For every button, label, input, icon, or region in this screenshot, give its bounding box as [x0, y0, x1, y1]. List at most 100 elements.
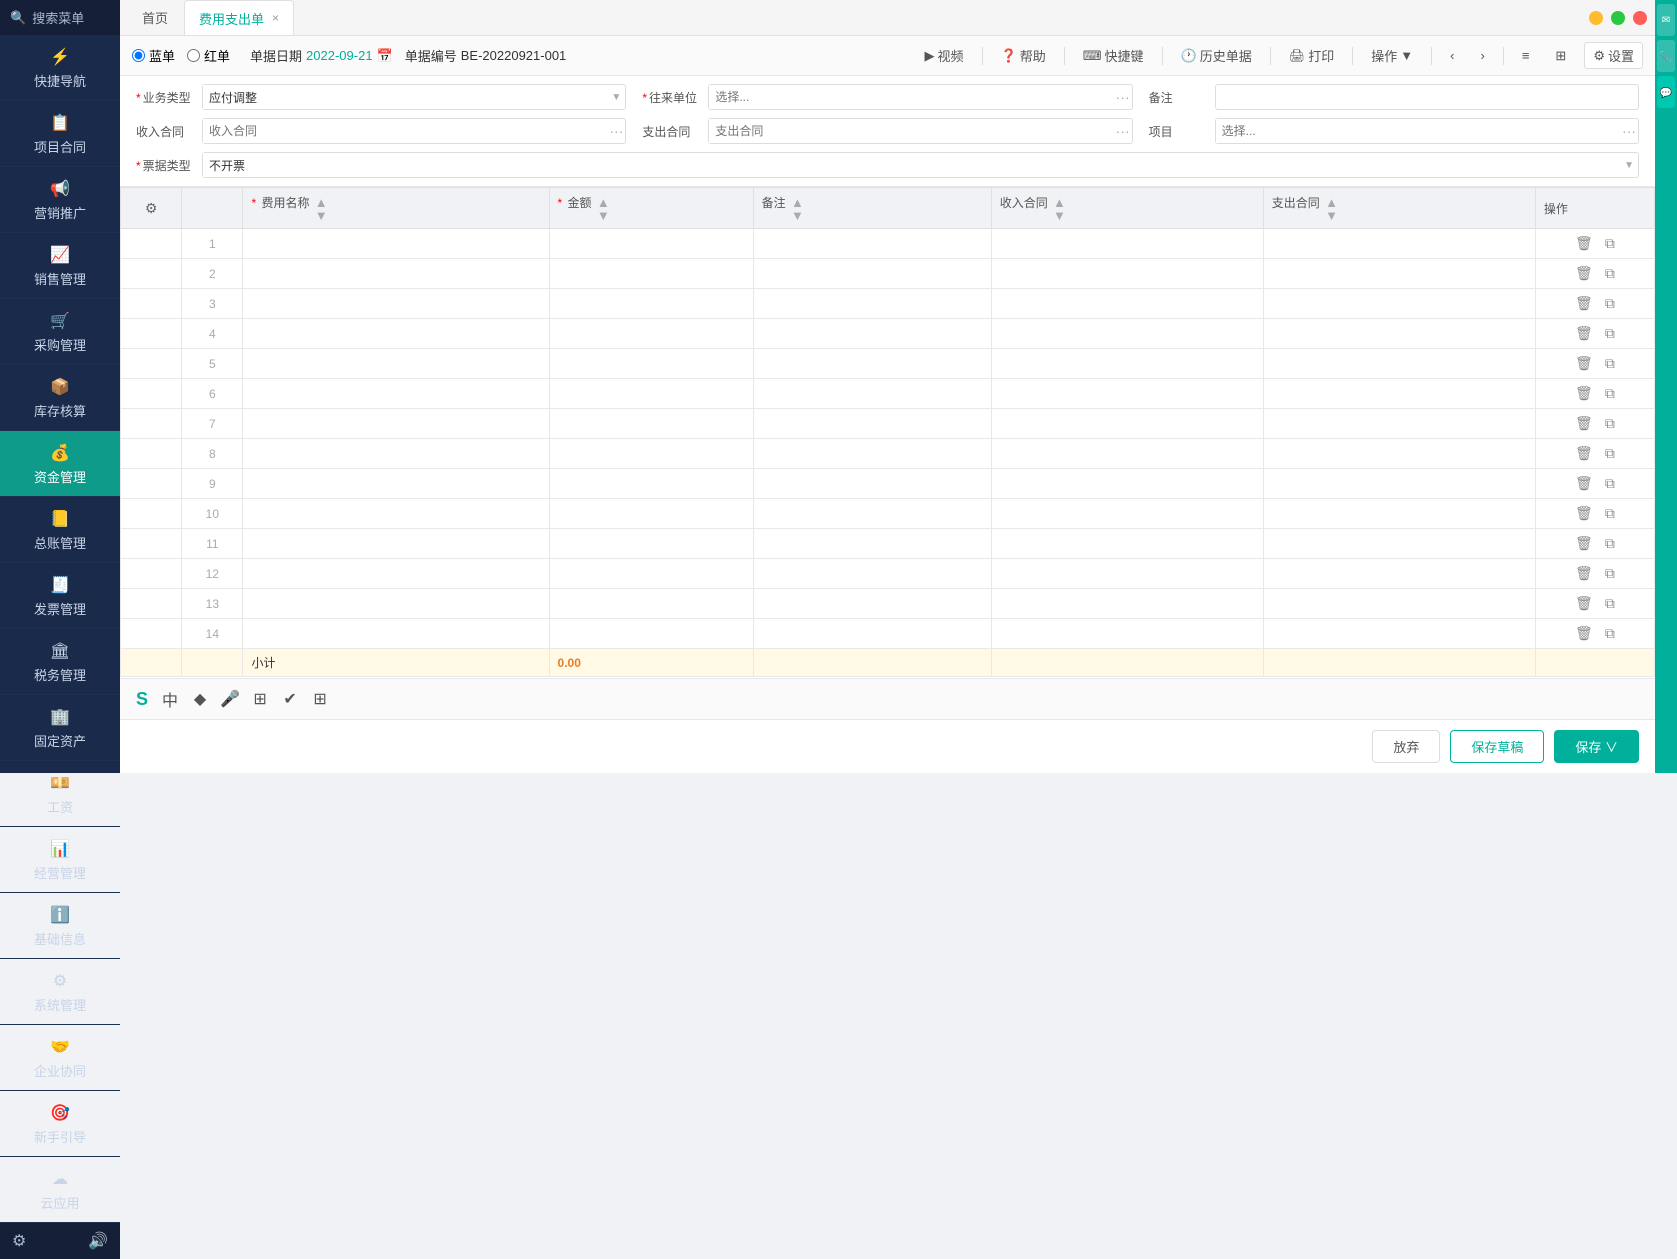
row-11-note[interactable] — [753, 529, 991, 559]
biz-type-select[interactable]: ▼ — [202, 84, 626, 110]
row-2-expense[interactable] — [1263, 259, 1535, 289]
right-panel-chat[interactable]: 💬 — [1657, 76, 1675, 108]
row-14-income[interactable] — [991, 619, 1263, 649]
row-4-income[interactable] — [991, 319, 1263, 349]
row-4-amount[interactable] — [549, 319, 753, 349]
expense-contract-dots[interactable]: ··· — [1114, 123, 1132, 139]
row-6-income[interactable] — [991, 379, 1263, 409]
delete-row-9-btn[interactable]: 🗑 — [1571, 473, 1597, 494]
row-7-income[interactable] — [991, 409, 1263, 439]
row-5-amount[interactable] — [549, 349, 753, 379]
row-3-note[interactable] — [753, 289, 991, 319]
nav-next-btn[interactable]: › — [1472, 45, 1492, 66]
partner-input[interactable] — [709, 85, 1113, 109]
col-header-expense[interactable]: 支出合同 ▲▼ — [1263, 188, 1535, 229]
print-btn[interactable]: 🖨 打印 — [1281, 43, 1343, 68]
partner-select[interactable]: ··· — [708, 84, 1132, 110]
row-12-income[interactable] — [991, 559, 1263, 589]
row-6-amount[interactable] — [549, 379, 753, 409]
project-input[interactable] — [1216, 119, 1620, 143]
table-gear-icon[interactable]: ⚙ — [145, 200, 158, 216]
row-14-name[interactable] — [243, 619, 549, 649]
delete-row-12-btn[interactable]: 🗑 — [1571, 563, 1597, 584]
sidebar-item-payroll[interactable]: 💴 工资 — [0, 761, 120, 827]
right-panel-attach[interactable]: 📎 — [1657, 40, 1675, 72]
table-icon[interactable]: ⊞ — [248, 687, 272, 711]
copy-row-12-btn[interactable]: ⧉ — [1601, 563, 1619, 584]
biz-type-input[interactable] — [203, 85, 607, 109]
settings-btn[interactable]: ⚙ 设置 — [1584, 42, 1643, 69]
row-14-amount[interactable] — [549, 619, 753, 649]
sidebar-search[interactable]: 🔍 搜索菜单 — [0, 0, 120, 35]
sidebar-item-project-contract[interactable]: 📋 项目合同 — [0, 101, 120, 167]
row-14-note[interactable] — [753, 619, 991, 649]
view-grid-btn[interactable]: ⊞ — [1547, 45, 1574, 67]
row-2-income[interactable] — [991, 259, 1263, 289]
sidebar-item-quick-nav[interactable]: ⚡ 快捷导航 — [0, 35, 120, 101]
row-1-note[interactable] — [753, 229, 991, 259]
delete-row-2-btn[interactable]: 🗑 — [1571, 263, 1597, 284]
row-8-income[interactable] — [991, 439, 1263, 469]
copy-row-2-btn[interactable]: ⧉ — [1601, 263, 1619, 284]
copy-row-4-btn[interactable]: ⧉ — [1601, 323, 1619, 344]
row-5-income[interactable] — [991, 349, 1263, 379]
row-5-note[interactable] — [753, 349, 991, 379]
row-6-expense[interactable] — [1263, 379, 1535, 409]
delete-row-14-btn[interactable]: 🗑 — [1571, 623, 1597, 644]
sidebar-item-purchase[interactable]: 🛒 采购管理 — [0, 299, 120, 365]
copy-row-8-btn[interactable]: ⧉ — [1601, 443, 1619, 464]
row-4-name[interactable] — [243, 319, 549, 349]
row-13-amount[interactable] — [549, 589, 753, 619]
sidebar-item-basic-info[interactable]: ℹ️ 基础信息 — [0, 893, 120, 959]
row-1-income[interactable] — [991, 229, 1263, 259]
zhong-icon[interactable]: 中 — [158, 687, 182, 711]
delete-row-6-btn[interactable]: 🗑 — [1571, 383, 1597, 404]
row-9-income[interactable] — [991, 469, 1263, 499]
row-7-note[interactable] — [753, 409, 991, 439]
remark-input[interactable] — [1215, 84, 1639, 110]
row-12-note[interactable] — [753, 559, 991, 589]
delete-row-1-btn[interactable]: 🗑 — [1571, 233, 1597, 254]
save-button[interactable]: 保存 ∨ — [1554, 730, 1639, 763]
save-draft-button[interactable]: 保存草稿 — [1450, 730, 1544, 763]
copy-row-9-btn[interactable]: ⧉ — [1601, 473, 1619, 494]
row-9-name[interactable] — [243, 469, 549, 499]
expense-contract-select[interactable]: ··· — [708, 118, 1132, 144]
row-4-note[interactable] — [753, 319, 991, 349]
nav-prev-btn[interactable]: ‹ — [1442, 45, 1462, 66]
shortcut-btn[interactable]: ⌨ 快捷键 — [1075, 43, 1152, 68]
col-header-amount[interactable]: 金额 ▲▼ — [549, 188, 753, 229]
mic-icon[interactable]: 🎤 — [218, 687, 242, 711]
row-3-name[interactable] — [243, 289, 549, 319]
row-6-name[interactable] — [243, 379, 549, 409]
col-header-name[interactable]: 费用名称 ▲▼ — [243, 188, 549, 229]
sidebar-item-inventory[interactable]: 📦 库存核算 — [0, 365, 120, 431]
row-6-note[interactable] — [753, 379, 991, 409]
row-14-expense[interactable] — [1263, 619, 1535, 649]
help-btn[interactable]: ❓ 帮助 — [993, 43, 1054, 68]
income-contract-select[interactable]: ··· — [202, 118, 626, 144]
income-contract-dots[interactable]: ··· — [607, 123, 625, 139]
sidebar-item-invoice[interactable]: 🧾 发票管理 — [0, 563, 120, 629]
delete-row-3-btn[interactable]: 🗑 — [1571, 293, 1597, 314]
copy-row-14-btn[interactable]: ⧉ — [1601, 623, 1619, 644]
delete-row-8-btn[interactable]: 🗑 — [1571, 443, 1597, 464]
row-8-note[interactable] — [753, 439, 991, 469]
col-header-setting[interactable]: ⚙ — [121, 188, 182, 229]
copy-row-10-btn[interactable]: ⧉ — [1601, 503, 1619, 524]
apps-icon[interactable]: ⊞ — [308, 687, 332, 711]
row-13-expense[interactable] — [1263, 589, 1535, 619]
row-10-amount[interactable] — [549, 499, 753, 529]
row-1-amount[interactable] — [549, 229, 753, 259]
row-11-amount[interactable] — [549, 529, 753, 559]
row-9-expense[interactable] — [1263, 469, 1535, 499]
row-8-expense[interactable] — [1263, 439, 1535, 469]
operation-btn[interactable]: 操作 ▼ — [1363, 43, 1421, 68]
radio-blue[interactable]: 蓝单 — [132, 46, 175, 65]
row-8-name[interactable] — [243, 439, 549, 469]
income-contract-input[interactable] — [203, 119, 607, 143]
diamond-icon[interactable]: ◆ — [188, 687, 212, 711]
row-4-expense[interactable] — [1263, 319, 1535, 349]
tab-close-icon[interactable]: × — [272, 11, 279, 25]
col-header-note[interactable]: 备注 ▲▼ — [753, 188, 991, 229]
